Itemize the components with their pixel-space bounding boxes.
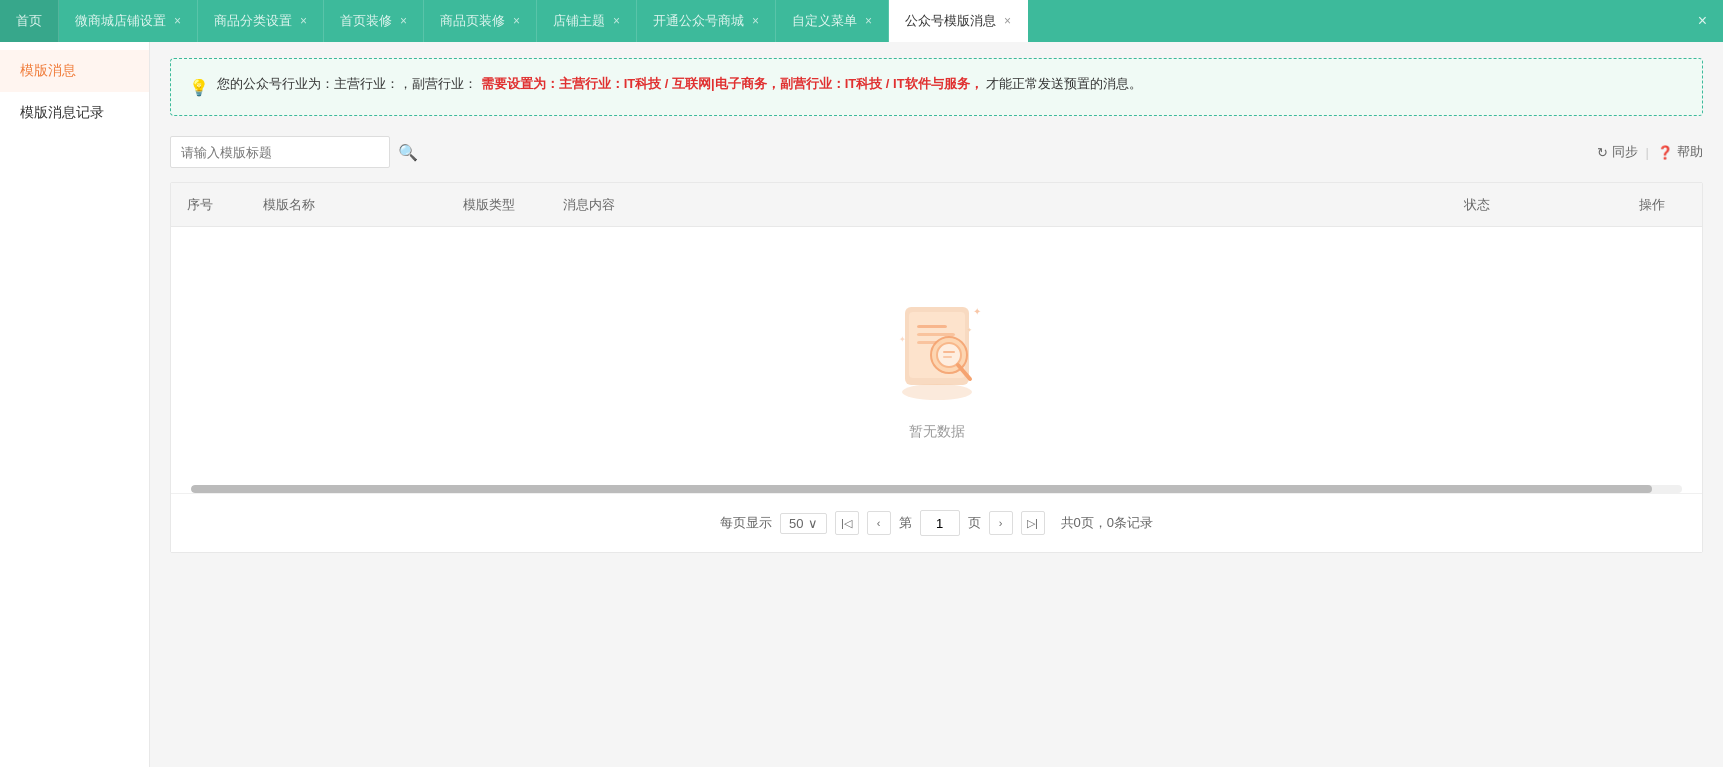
svg-point-0 bbox=[902, 384, 972, 400]
col-header-action: 操作 bbox=[1602, 196, 1702, 214]
notice-text: 您的公众号行业为：主营行业：，副营行业： 需要设置为：主营行业：IT科技 / 互… bbox=[217, 73, 1142, 95]
tab-store-theme-close[interactable]: × bbox=[613, 14, 620, 28]
col-header-type: 模版类型 bbox=[451, 196, 551, 214]
help-icon: ❓ bbox=[1657, 145, 1673, 160]
tab-shop-settings-label: 微商城店铺设置 bbox=[75, 12, 166, 30]
sidebar-item-template-msg[interactable]: 模版消息 bbox=[0, 50, 149, 92]
sidebar-item-template-msg-label: 模版消息 bbox=[20, 62, 76, 78]
sidebar-item-template-record-label: 模版消息记录 bbox=[20, 104, 104, 120]
col-header-status: 状态 bbox=[1452, 196, 1602, 214]
svg-text:✦: ✦ bbox=[899, 335, 906, 344]
tab-product-decor[interactable]: 商品页装修 × bbox=[424, 0, 537, 42]
next-page-icon: › bbox=[999, 517, 1003, 529]
last-page-button[interactable]: ▷| bbox=[1021, 511, 1045, 535]
per-page-label: 每页显示 bbox=[720, 514, 772, 532]
help-button[interactable]: ❓ 帮助 bbox=[1657, 143, 1703, 161]
tab-home-decor-label: 首页装修 bbox=[340, 12, 392, 30]
tab-home-decor[interactable]: 首页装修 × bbox=[324, 0, 424, 42]
first-page-icon: |◁ bbox=[841, 517, 852, 530]
tab-product-decor-close[interactable]: × bbox=[513, 14, 520, 28]
search-button[interactable]: 🔍 bbox=[398, 143, 418, 162]
notice-text-before: 您的公众号行业为：主营行业：，副营行业： bbox=[217, 76, 477, 91]
svg-rect-9 bbox=[943, 351, 955, 353]
tab-category-settings-label: 商品分类设置 bbox=[214, 12, 292, 30]
search-divider: | bbox=[1646, 145, 1649, 160]
main-layout: 模版消息 模版消息记录 💡 您的公众号行业为：主营行业：，副营行业： 需要设置为… bbox=[0, 42, 1723, 767]
tab-custom-menu-close[interactable]: × bbox=[865, 14, 872, 28]
tab-home-label: 首页 bbox=[16, 12, 42, 30]
tab-bar: 首页 微商城店铺设置 × 商品分类设置 × 首页装修 × 商品页装修 × 店铺主… bbox=[0, 0, 1723, 42]
svg-text:✦: ✦ bbox=[967, 327, 972, 333]
search-left: 🔍 bbox=[170, 136, 418, 168]
per-page-dropdown-icon: ∨ bbox=[808, 516, 818, 531]
col-header-index: 序号 bbox=[171, 196, 251, 214]
col-header-content: 消息内容 bbox=[551, 196, 1452, 214]
help-label: 帮助 bbox=[1677, 143, 1703, 161]
svg-rect-10 bbox=[943, 356, 952, 358]
next-page-button[interactable]: › bbox=[989, 511, 1013, 535]
notice-icon: 💡 bbox=[189, 74, 209, 101]
page-number-input[interactable] bbox=[920, 510, 960, 536]
table-scrollbar[interactable] bbox=[191, 485, 1682, 493]
per-page-value: 50 bbox=[789, 516, 803, 531]
tab-close-all-button[interactable]: × bbox=[1682, 12, 1723, 30]
tab-template-msg[interactable]: 公众号模版消息 × bbox=[889, 0, 1028, 42]
prev-page-button[interactable]: ‹ bbox=[867, 511, 891, 535]
notice-text-highlight: 需要设置为：主营行业：IT科技 / 互联网|电子商务，副营行业：IT科技 / I… bbox=[481, 76, 983, 91]
search-right: ↻ 同步 | ❓ 帮助 bbox=[1597, 143, 1703, 161]
search-input[interactable] bbox=[170, 136, 390, 168]
first-page-button[interactable]: |◁ bbox=[835, 511, 859, 535]
sidebar-item-template-record[interactable]: 模版消息记录 bbox=[0, 92, 149, 134]
search-bar: 🔍 ↻ 同步 | ❓ 帮助 bbox=[170, 136, 1703, 168]
tab-open-mall-close[interactable]: × bbox=[752, 14, 759, 28]
tab-custom-menu[interactable]: 自定义菜单 × bbox=[776, 0, 889, 42]
last-page-icon: ▷| bbox=[1027, 517, 1038, 530]
empty-state: ✦ ✦ ✦ 暂无数据 bbox=[171, 227, 1702, 481]
empty-icon: ✦ ✦ ✦ bbox=[877, 287, 997, 407]
sync-label: 同步 bbox=[1612, 143, 1638, 161]
page-unit: 页 bbox=[968, 514, 981, 532]
tab-template-msg-label: 公众号模版消息 bbox=[905, 12, 996, 30]
sync-button[interactable]: ↻ 同步 bbox=[1597, 143, 1638, 161]
content-area: 💡 您的公众号行业为：主营行业：，副营行业： 需要设置为：主营行业：IT科技 /… bbox=[150, 42, 1723, 767]
tab-store-theme[interactable]: 店铺主题 × bbox=[537, 0, 637, 42]
tab-store-theme-label: 店铺主题 bbox=[553, 12, 605, 30]
tab-home-decor-close[interactable]: × bbox=[400, 14, 407, 28]
page-total: 共0页，0条记录 bbox=[1061, 514, 1153, 532]
pagination-bar: 每页显示 50 ∨ |◁ ‹ 第 页 › ▷| bbox=[171, 493, 1702, 552]
svg-rect-4 bbox=[917, 333, 955, 336]
sync-icon: ↻ bbox=[1597, 145, 1608, 160]
tab-home[interactable]: 首页 bbox=[0, 0, 59, 42]
tab-open-mall[interactable]: 开通公众号商城 × bbox=[637, 0, 776, 42]
per-page-select[interactable]: 50 ∨ bbox=[780, 513, 826, 534]
sidebar: 模版消息 模版消息记录 bbox=[0, 42, 150, 767]
notice-box: 💡 您的公众号行业为：主营行业：，副营行业： 需要设置为：主营行业：IT科技 /… bbox=[170, 58, 1703, 116]
tab-category-settings[interactable]: 商品分类设置 × bbox=[198, 0, 324, 42]
page-label: 第 bbox=[899, 514, 912, 532]
tab-shop-settings-close[interactable]: × bbox=[174, 14, 181, 28]
svg-rect-3 bbox=[917, 325, 947, 328]
notice-text-after: 才能正常发送预置的消息。 bbox=[986, 76, 1142, 91]
col-header-name: 模版名称 bbox=[251, 196, 451, 214]
table-header: 序号 模版名称 模版类型 消息内容 状态 操作 bbox=[171, 183, 1702, 227]
table-wrapper: 序号 模版名称 模版类型 消息内容 状态 操作 bbox=[170, 182, 1703, 553]
empty-text: 暂无数据 bbox=[909, 423, 965, 441]
tab-template-msg-close[interactable]: × bbox=[1004, 14, 1011, 28]
table-scrollbar-thumb bbox=[191, 485, 1652, 493]
prev-page-icon: ‹ bbox=[877, 517, 881, 529]
tab-product-decor-label: 商品页装修 bbox=[440, 12, 505, 30]
tab-custom-menu-label: 自定义菜单 bbox=[792, 12, 857, 30]
tab-shop-settings[interactable]: 微商城店铺设置 × bbox=[59, 0, 198, 42]
tab-category-settings-close[interactable]: × bbox=[300, 14, 307, 28]
svg-text:✦: ✦ bbox=[973, 306, 981, 317]
tab-open-mall-label: 开通公众号商城 bbox=[653, 12, 744, 30]
